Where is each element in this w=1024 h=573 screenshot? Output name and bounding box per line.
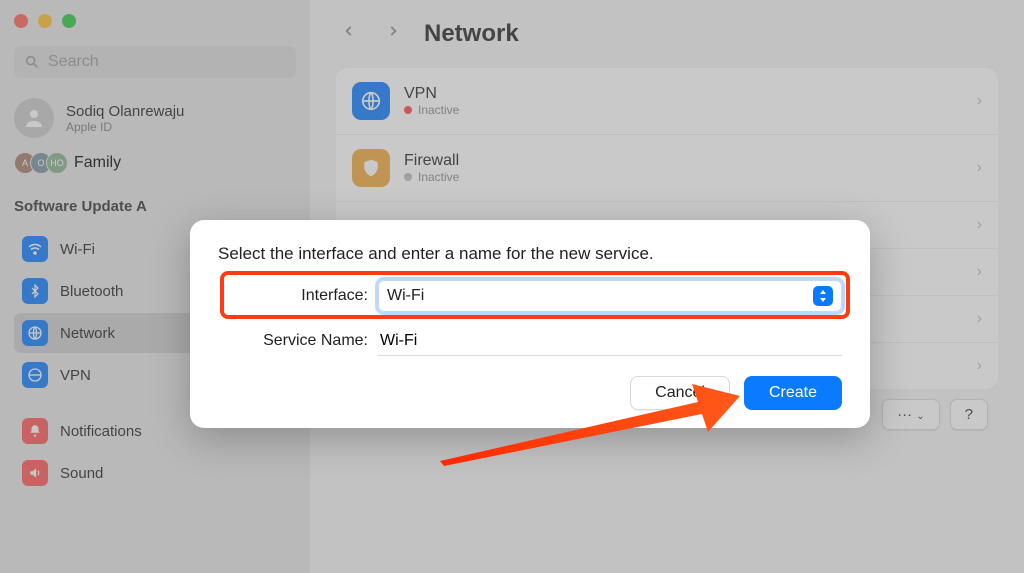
interface-select[interactable]: Wi-Fi bbox=[378, 280, 842, 312]
interface-label: Interface: bbox=[218, 287, 378, 305]
updown-caret-icon bbox=[813, 286, 833, 306]
cancel-button[interactable]: Cancel bbox=[630, 376, 730, 410]
dialog-prompt: Select the interface and enter a name fo… bbox=[218, 244, 842, 264]
service-name-input[interactable] bbox=[378, 326, 842, 356]
new-service-dialog: Select the interface and enter a name fo… bbox=[190, 220, 870, 428]
create-button[interactable]: Create bbox=[744, 376, 842, 410]
service-name-label: Service Name: bbox=[218, 332, 378, 350]
interface-selected-value: Wi-Fi bbox=[387, 287, 424, 305]
